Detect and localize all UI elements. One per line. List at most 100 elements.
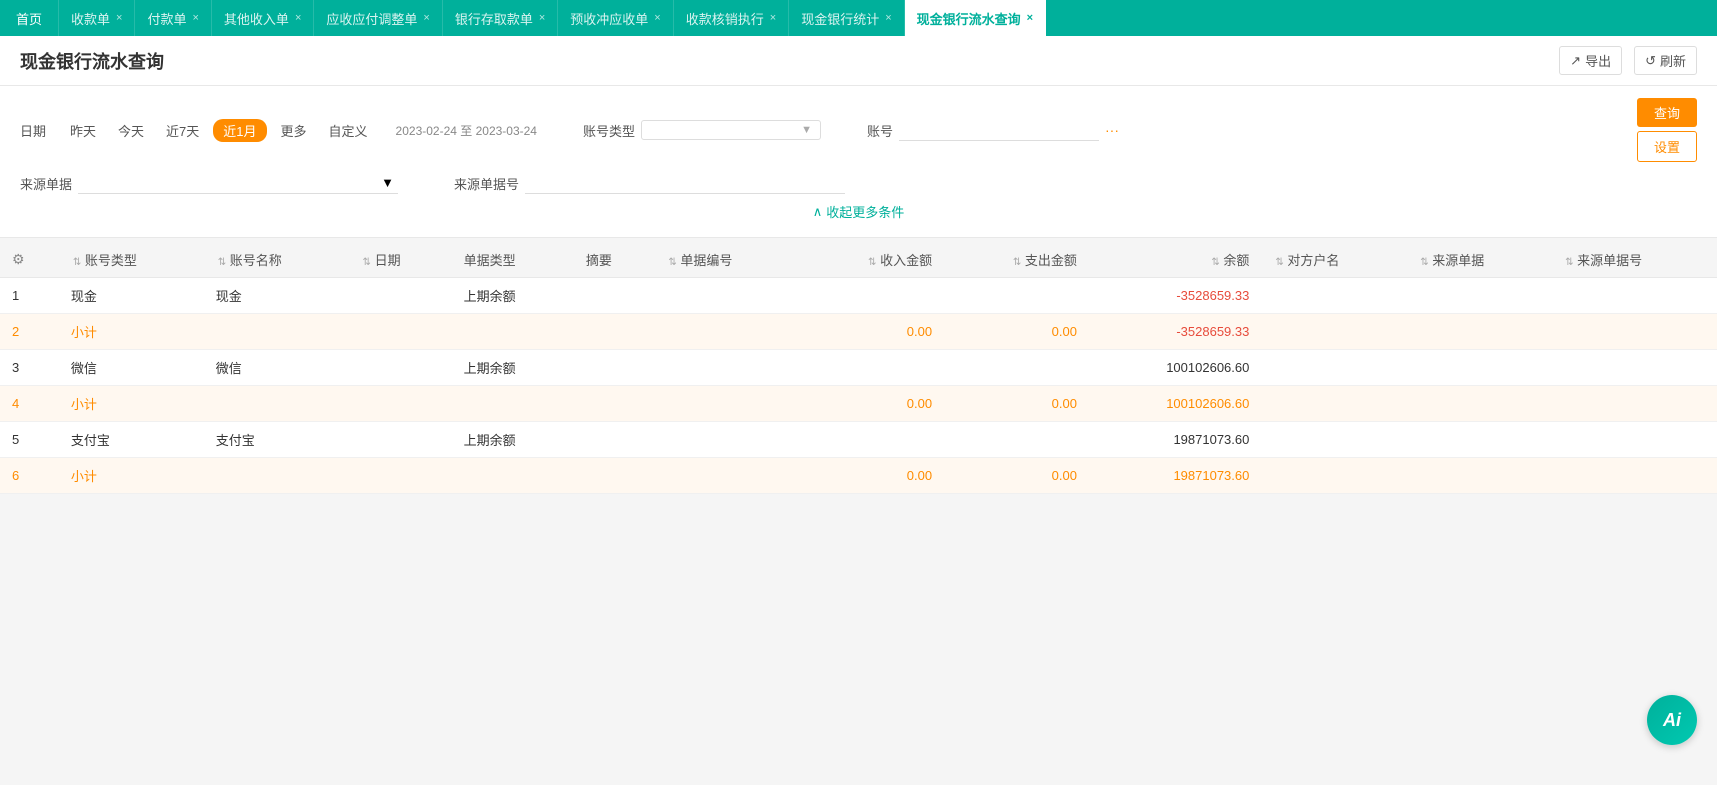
ai-badge[interactable]: Ai — [1647, 695, 1697, 745]
source-doc-no-input[interactable] — [525, 172, 845, 194]
tab-qitashouru[interactable]: 其他收入单 × — [212, 0, 314, 36]
close-qitashouru-icon[interactable]: × — [295, 12, 301, 24]
col-settings[interactable]: ⚙ — [0, 242, 59, 278]
tab-shoukuanzhihang[interactable]: 收款核销执行 × — [674, 0, 789, 36]
source-doc-no-filter: 来源单据号 — [454, 172, 845, 194]
close-shoukuanzhihang-icon[interactable]: × — [770, 12, 776, 24]
col-source-doc-no-sort-icon: ⇅ — [1565, 257, 1573, 268]
page-header: 现金银行流水查询 ↗ 导出 ↺ 刷新 — [0, 36, 1717, 86]
export-icon: ↗ — [1570, 53, 1581, 69]
date-yesterday[interactable]: 昨天 — [62, 119, 104, 142]
account-type-label: 账号类型 — [583, 121, 635, 140]
table-cell — [349, 314, 452, 350]
filter-row-1: 日期 昨天 今天 近7天 近1月 更多 自定义 2023-02-24 至 202… — [20, 98, 1697, 162]
table-cell — [1551, 458, 1717, 494]
col-header-date[interactable]: ⇅ 日期 — [349, 242, 452, 278]
tab-yushouchonying[interactable]: 预收冲应收单 × — [558, 0, 673, 36]
table-cell: 小计 — [59, 458, 204, 494]
tab-fukuan[interactable]: 付款单 × — [135, 0, 211, 36]
col-header-account-name[interactable]: ⇅ 账号名称 — [204, 242, 349, 278]
table-cell — [1406, 350, 1551, 386]
tab-xianjinyinhang[interactable]: 现金银行统计 × — [789, 0, 904, 36]
col-header-income[interactable]: ⇅ 收入金额 — [799, 242, 944, 278]
account-label: 账号 — [867, 121, 893, 140]
query-button[interactable]: 查询 — [1637, 98, 1697, 127]
table-cell — [204, 314, 349, 350]
close-shoukuan-icon[interactable]: × — [116, 12, 122, 24]
account-field: 账号 ··· — [867, 119, 1119, 141]
date-month1[interactable]: 近1月 — [213, 119, 266, 142]
date-week[interactable]: 近7天 — [158, 119, 207, 142]
close-xianjinyinhang-icon[interactable]: × — [885, 12, 891, 24]
table-cell — [654, 350, 799, 386]
date-custom[interactable]: 自定义 — [321, 119, 376, 142]
source-doc-no-label: 来源单据号 — [454, 174, 519, 193]
table-settings-icon[interactable]: ⚙ — [12, 251, 25, 267]
col-counterpart-label: 对方户名 — [1287, 253, 1339, 268]
col-header-source-doc-no[interactable]: ⇅ 来源单据号 — [1551, 242, 1717, 278]
tab-liushui[interactable]: 现金银行流水查询 × — [905, 0, 1046, 36]
table-cell: 小计 — [59, 314, 204, 350]
refresh-button[interactable]: ↺ 刷新 — [1634, 46, 1697, 75]
table-row: 2小计0.000.00-3528659.33 — [0, 314, 1717, 350]
col-source-doc-label: 来源单据 — [1432, 253, 1484, 268]
table-cell — [944, 350, 1089, 386]
col-header-account-type[interactable]: ⇅ 账号类型 — [59, 242, 204, 278]
source-doc-filter: 来源单据 ▼ — [20, 172, 398, 194]
close-liushui-icon[interactable]: × — [1027, 12, 1033, 24]
close-yushouchonying-icon[interactable]: × — [654, 12, 660, 24]
table-body: 1现金现金上期余额-3528659.332小计0.000.00-3528659.… — [0, 278, 1717, 494]
date-today[interactable]: 今天 — [110, 119, 152, 142]
table-cell: 上期余额 — [452, 350, 574, 386]
col-header-summary: 摘要 — [574, 242, 654, 278]
account-dots-button[interactable]: ··· — [1105, 122, 1119, 138]
table-row: 3微信微信上期余额100102606.60 — [0, 350, 1717, 386]
date-options: 昨天 今天 近7天 近1月 更多 自定义 — [62, 119, 376, 142]
col-header-doc-no[interactable]: ⇅ 单据编号 — [654, 242, 799, 278]
tab-shoukuan[interactable]: 收款单 × — [59, 0, 135, 36]
close-yinhangcunqu-icon[interactable]: × — [539, 12, 545, 24]
account-type-select[interactable]: ▼ — [641, 120, 821, 140]
table-cell: 上期余额 — [452, 278, 574, 314]
table-cell: 支付宝 — [59, 422, 204, 458]
table-header-row: ⚙ ⇅ 账号类型 ⇅ 账号名称 ⇅ 日期 单据类型 摘要 — [0, 242, 1717, 278]
date-more[interactable]: 更多 — [273, 119, 315, 142]
tab-yingshoutiaozheng[interactable]: 应收应付调整单 × — [314, 0, 442, 36]
table-cell — [944, 422, 1089, 458]
date-label: 日期 — [20, 121, 46, 140]
table-cell: 4 — [0, 386, 59, 422]
table-cell — [654, 314, 799, 350]
col-account-type-label: 账号类型 — [85, 253, 137, 268]
col-doc-no-label: 单据编号 — [680, 253, 732, 268]
filter-row-2: 来源单据 ▼ 来源单据号 — [20, 172, 1697, 194]
collapse-button[interactable]: ∧ 收起更多条件 — [20, 198, 1697, 225]
tab-yushouchonying-label: 预收冲应收单 — [570, 9, 648, 28]
table-cell: -3528659.33 — [1089, 314, 1261, 350]
source-doc-select[interactable]: ▼ — [78, 172, 398, 194]
col-doc-no-sort-icon: ⇅ — [668, 257, 676, 268]
table-cell: 小计 — [59, 386, 204, 422]
table-cell — [654, 386, 799, 422]
nav-home[interactable]: 首页 — [0, 0, 59, 36]
tab-yinhangcunqu-label: 银行存取款单 — [455, 9, 533, 28]
source-doc-label: 来源单据 — [20, 174, 72, 193]
close-yingshoutiaozheng-icon[interactable]: × — [423, 12, 429, 24]
tab-yinhangcunqu[interactable]: 银行存取款单 × — [443, 0, 558, 36]
close-fukuan-icon[interactable]: × — [192, 12, 198, 24]
col-header-balance[interactable]: ⇅ 余额 — [1089, 242, 1261, 278]
setting-button[interactable]: 设置 — [1637, 131, 1697, 162]
table-row: 4小计0.000.00100102606.60 — [0, 386, 1717, 422]
table-cell: 0.00 — [944, 314, 1089, 350]
page-title: 现金银行流水查询 — [20, 48, 164, 74]
col-date-label: 日期 — [375, 253, 401, 268]
export-button[interactable]: ↗ 导出 — [1559, 46, 1622, 75]
col-header-source-doc[interactable]: ⇅ 来源单据 — [1406, 242, 1551, 278]
col-header-expense[interactable]: ⇅ 支出金额 — [944, 242, 1089, 278]
table-cell: 5 — [0, 422, 59, 458]
refresh-icon: ↺ — [1645, 53, 1656, 69]
col-header-counterpart[interactable]: ⇅ 对方户名 — [1261, 242, 1406, 278]
col-doc-type-label: 单据类型 — [464, 253, 516, 268]
account-input[interactable] — [899, 119, 1099, 141]
table-cell — [1551, 422, 1717, 458]
table-row: 6小计0.000.0019871073.60 — [0, 458, 1717, 494]
